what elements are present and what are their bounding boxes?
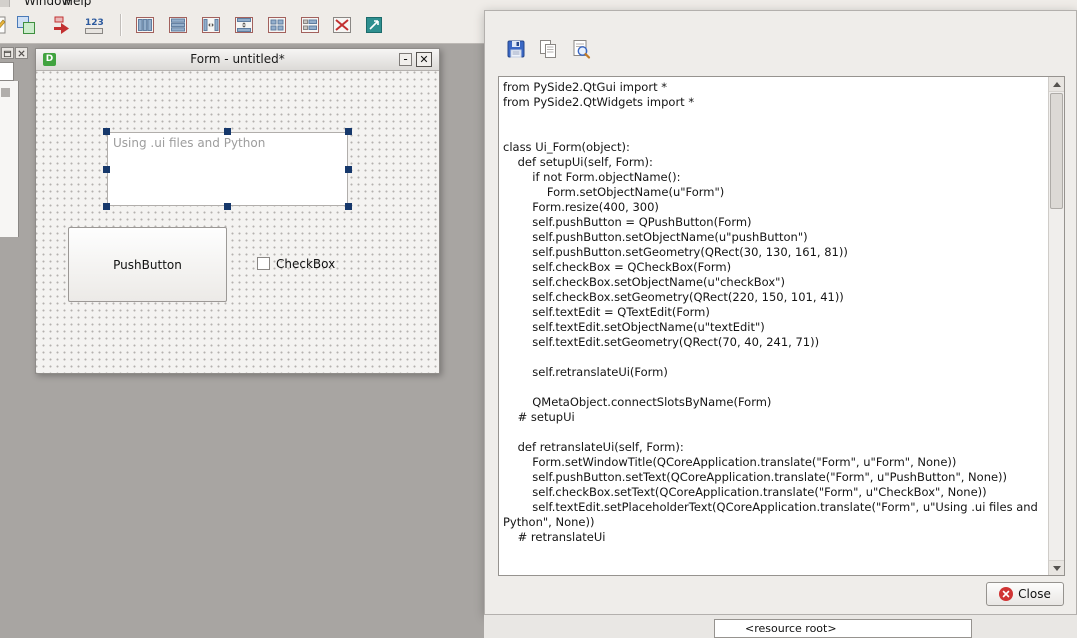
qt-designer-window: Window Help 123 (0, 0, 1077, 638)
dialog-close-button[interactable]: Close (986, 582, 1064, 606)
form-editor-window[interactable]: D Form - untitled* - ✕ Using .ui files a… (35, 48, 440, 374)
form-window-icon: D (43, 53, 56, 66)
code-text[interactable]: from PySide2.QtGui import * from PySide2… (503, 80, 1046, 572)
layout-horizontal-icon[interactable] (133, 13, 157, 37)
layout-vertical-icon[interactable] (166, 13, 190, 37)
resource-browser: <resource root> (714, 619, 972, 638)
close-label: Close (1018, 587, 1051, 601)
close-button[interactable]: ✕ (416, 52, 432, 67)
filter-input-fragment[interactable] (0, 62, 14, 81)
menu-help[interactable]: Help (64, 0, 91, 7)
checkbox-widget[interactable]: CheckBox (257, 256, 335, 271)
layout-form-icon[interactable] (298, 13, 322, 37)
selection-handle[interactable] (103, 203, 110, 210)
copy-icon[interactable] (537, 38, 559, 60)
toolbar-separator (120, 14, 121, 36)
selection-handle[interactable] (103, 166, 110, 173)
textedit-widget[interactable]: Using .ui files and Python (107, 132, 348, 206)
break-layout-icon[interactable] (330, 13, 354, 37)
dock-float-button[interactable] (1, 47, 14, 59)
document-edit-icon[interactable] (0, 13, 11, 37)
selection-handle[interactable] (345, 128, 352, 135)
edit-signals-slots-icon[interactable] (50, 13, 74, 37)
close-x-icon (999, 587, 1013, 601)
form-titlebar[interactable]: D Form - untitled* - ✕ (36, 49, 439, 71)
selection-handle[interactable] (345, 203, 352, 210)
menu-bar: Window Help (0, 0, 1077, 7)
selection-handle[interactable] (103, 128, 110, 135)
code-preview-dialog: from PySide2.QtGui import * from PySide2… (484, 10, 1077, 615)
textedit-placeholder: Using .ui files and Python (113, 136, 265, 150)
checkbox-label: CheckBox (276, 257, 335, 271)
code-editor[interactable]: from PySide2.QtGui import * from PySide2… (498, 76, 1065, 576)
dock-close-button[interactable] (15, 47, 28, 59)
scroll-up-icon[interactable] (1049, 77, 1064, 92)
find-icon[interactable] (570, 38, 592, 60)
minimize-button[interactable]: - (399, 53, 412, 66)
selection-handle[interactable] (224, 203, 231, 210)
edit-widgets-icon[interactable] (14, 13, 38, 37)
form-title: Form - untitled* (190, 52, 284, 66)
save-icon[interactable] (505, 38, 527, 60)
layout-splitter-vertical-icon[interactable] (232, 13, 256, 37)
scroll-down-icon[interactable] (1049, 560, 1064, 575)
adjust-size-icon[interactable] (362, 13, 386, 37)
clipped-icon-fragment (0, 0, 10, 7)
selection-handle[interactable] (224, 128, 231, 135)
edit-tab-order-icon[interactable]: 123 (82, 13, 106, 37)
vertical-scrollbar[interactable] (1048, 77, 1064, 575)
form-canvas[interactable]: Using .ui files and Python PushButton Ch… (36, 71, 439, 373)
layout-grid-icon[interactable] (265, 13, 289, 37)
selection-handle[interactable] (345, 166, 352, 173)
tab-order-glyph: 123 (85, 18, 104, 28)
pushbutton-widget[interactable]: PushButton (68, 227, 227, 302)
resource-root-item[interactable]: <resource root> (715, 620, 971, 637)
filter-icon (1, 88, 10, 97)
scrollbar-thumb[interactable] (1050, 93, 1063, 209)
checkbox-indicator[interactable] (257, 257, 270, 270)
widgetbox-panel-fragment (0, 81, 19, 237)
layout-splitter-horizontal-icon[interactable] (199, 13, 223, 37)
